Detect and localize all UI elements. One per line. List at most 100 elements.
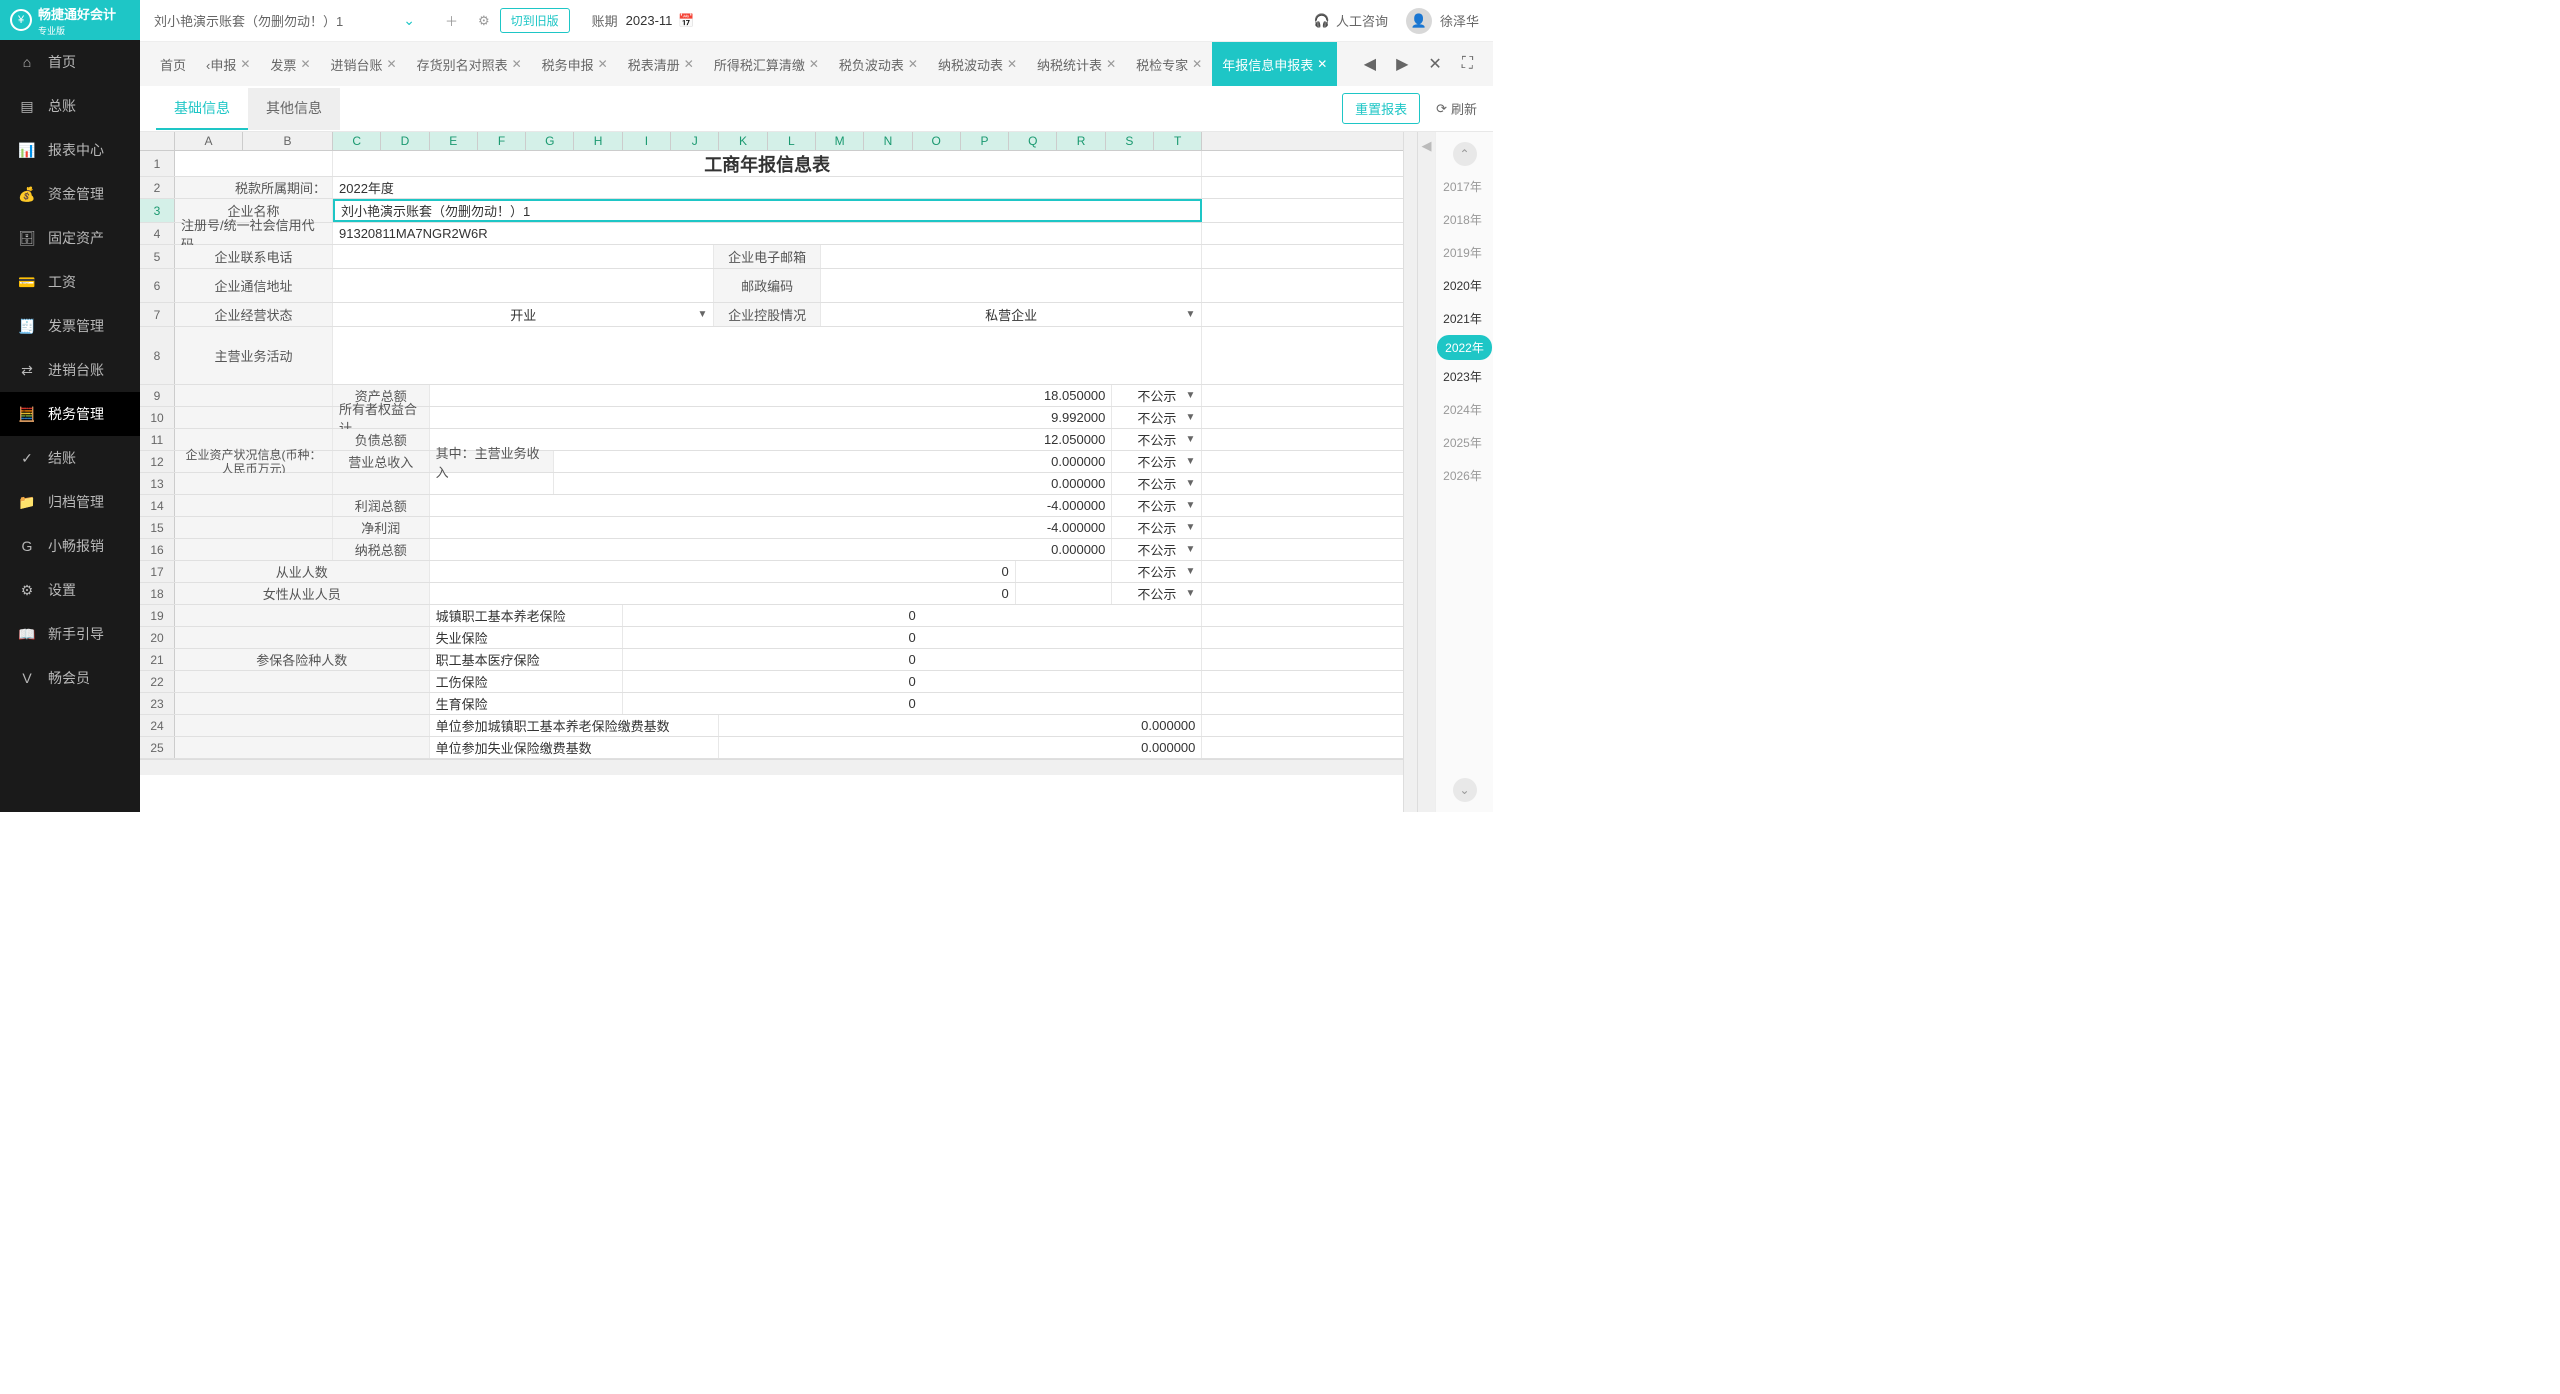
close-icon[interactable]: ✕ [598,57,608,71]
horizontal-scrollbar[interactable] [140,759,1403,775]
publicity-select[interactable]: 不公示▼ [1112,407,1202,428]
col-header[interactable]: L [768,132,816,150]
row-header[interactable]: 1 [140,151,175,176]
col-header[interactable]: C [333,132,381,150]
tab-close-all-icon[interactable]: ✕ [1418,54,1451,74]
subtab-basic[interactable]: 基础信息 [156,88,248,130]
year-item[interactable]: 2021年 [1437,302,1492,335]
phone-input[interactable] [333,245,714,268]
gear-icon[interactable]: ⚙ [478,13,490,29]
row-header[interactable]: 22 [140,671,175,692]
collapse-handle[interactable]: ◀ [1417,132,1435,812]
row-header[interactable]: 21 [140,649,175,670]
subtab-other[interactable]: 其他信息 [248,88,340,130]
avatar[interactable]: 👤 [1406,8,1432,34]
tab-next-icon[interactable]: ▶ [1386,54,1418,74]
nav-item-settings[interactable]: ⚙设置 [0,568,140,612]
company-value[interactable]: 刘小艳演示账套（勿删勿动！）1 [333,199,1202,222]
tab[interactable]: 纳税波动表✕ [928,42,1027,86]
nav-item-vip[interactable]: V畅会员 [0,656,140,700]
col-header[interactable]: K [719,132,767,150]
close-icon[interactable]: ✕ [240,57,250,71]
close-icon[interactable]: ✕ [1007,57,1017,71]
publicity-select[interactable]: 不公示▼ [1112,451,1202,472]
col-header[interactable]: I [623,132,671,150]
col-header[interactable]: A [175,132,243,150]
col-header[interactable]: H [574,132,622,150]
publicity-select[interactable]: 不公示▼ [1112,517,1202,538]
close-icon[interactable]: ✕ [809,57,819,71]
year-item[interactable]: 2020年 [1437,269,1492,302]
addr-input[interactable] [333,269,714,302]
period-value[interactable]: 2023-11 [626,13,673,28]
holding-select[interactable]: 私营企业▼ [821,303,1202,326]
row-header[interactable]: 5 [140,245,175,268]
col-header[interactable]: D [381,132,429,150]
row-header[interactable]: 12 [140,451,175,472]
col-header[interactable]: O [913,132,961,150]
consult-link[interactable]: 人工咨询 [1336,11,1388,30]
tab[interactable]: 存货别名对照表✕ [407,42,532,86]
row-header[interactable]: 17 [140,561,175,582]
row-header[interactable]: 10 [140,407,175,428]
year-item[interactable]: 2023年 [1437,360,1492,393]
old-version-button[interactable]: 切到旧版 [500,8,570,33]
reset-report-button[interactable]: 重置报表 [1342,93,1420,124]
col-header[interactable]: Q [1009,132,1057,150]
row-header[interactable]: 16 [140,539,175,560]
spreadsheet[interactable]: ABCDEFGHIJKLMNOPQRST 1工商年报信息表2税款所属期间：202… [140,132,1403,812]
tab-prev-icon[interactable]: ◀ [1354,54,1386,74]
account-selector[interactable]: 刘小艳演示账套（勿删勿动！）1 ⌄ [154,11,415,30]
email-input[interactable] [821,245,1202,268]
nav-item-home[interactable]: ⌂首页 [0,40,140,84]
row-header[interactable]: 19 [140,605,175,626]
nav-item-tax[interactable]: 🧮税务管理 [0,392,140,436]
refresh-button[interactable]: ⟳ 刷新 [1436,99,1477,118]
publicity-select[interactable]: 不公示▼ [1112,495,1202,516]
close-icon[interactable]: ✕ [1317,57,1327,71]
col-header[interactable]: G [526,132,574,150]
nav-item-archive[interactable]: 📁归档管理 [0,480,140,524]
col-header[interactable]: S [1106,132,1154,150]
close-icon[interactable]: ✕ [684,57,694,71]
row-header[interactable]: 14 [140,495,175,516]
col-header[interactable]: J [671,132,719,150]
nav-item-xiaochang[interactable]: G小畅报销 [0,524,140,568]
row-header[interactable]: 11 [140,429,175,450]
close-icon[interactable]: ✕ [512,57,522,71]
tab[interactable]: 发票✕ [260,42,320,86]
tab[interactable]: 进销台账✕ [321,42,407,86]
year-item[interactable]: 2022年 [1437,335,1492,360]
publicity-select[interactable]: 不公示▼ [1112,385,1202,406]
row-header[interactable]: 13 [140,473,175,494]
tab[interactable]: 首页 [150,42,196,86]
col-header[interactable]: E [430,132,478,150]
row-header[interactable]: 4 [140,223,175,244]
status-select[interactable]: 开业▼ [333,303,714,326]
col-header[interactable]: N [864,132,912,150]
vertical-scrollbar[interactable] [1403,132,1417,812]
tab[interactable]: 所得税汇算清缴✕ [704,42,829,86]
col-header[interactable]: M [816,132,864,150]
col-header[interactable]: P [961,132,1009,150]
nav-item-invoice[interactable]: 🧾发票管理 [0,304,140,348]
nav-item-asset[interactable]: 🗄固定资产 [0,216,140,260]
close-icon[interactable]: ✕ [1106,57,1116,71]
year-up-icon[interactable]: ⌃ [1453,142,1477,166]
col-header[interactable]: R [1057,132,1105,150]
tab[interactable]: 税负波动表✕ [829,42,928,86]
tab[interactable]: 税检专家✕ [1126,42,1212,86]
nav-item-guide[interactable]: 📖新手引导 [0,612,140,656]
row-header[interactable]: 3 [140,199,175,222]
col-header[interactable]: F [478,132,526,150]
close-icon[interactable]: ✕ [387,57,397,71]
add-icon[interactable]: ＋ [445,11,458,30]
publicity-select[interactable]: 不公示▼ [1112,583,1202,604]
row-header[interactable]: 23 [140,693,175,714]
close-icon[interactable]: ✕ [1192,57,1202,71]
publicity-select[interactable]: 不公示▼ [1112,561,1202,582]
mainbiz-input[interactable] [333,327,1202,384]
publicity-select[interactable]: 不公示▼ [1112,473,1202,494]
tab[interactable]: 税表清册✕ [618,42,704,86]
row-header[interactable]: 9 [140,385,175,406]
